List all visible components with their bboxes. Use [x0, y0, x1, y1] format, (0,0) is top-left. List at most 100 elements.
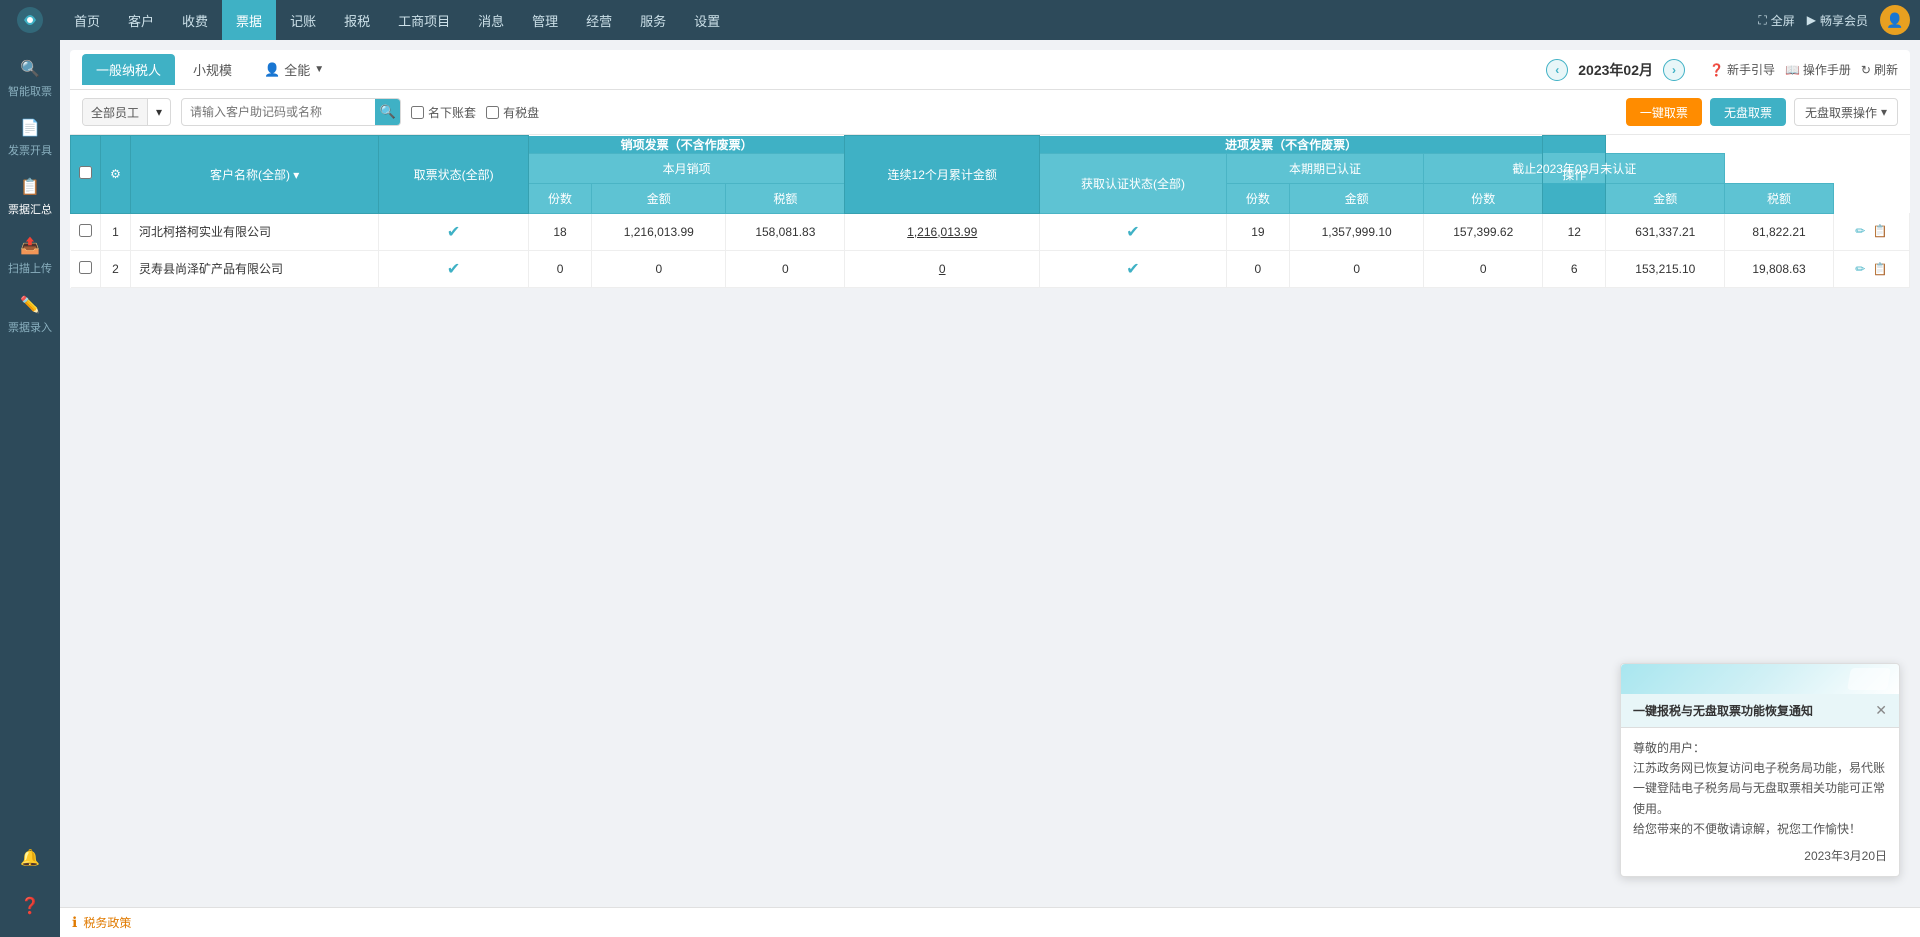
refresh-link[interactable]: ↻ 刷新	[1861, 61, 1898, 78]
current-date: 2023年02月	[1578, 60, 1653, 80]
sidebar-item-invoice-open[interactable]: 📄 发票开具	[2, 109, 58, 166]
invoice-table: ⚙ 客户名称(全部) ▾ 取票状态(全部) 销项发票（不含作废票） 连续12个月…	[70, 135, 1910, 288]
table-col-tax3: 税额	[1725, 183, 1834, 213]
no-disk-fetch-button[interactable]: 无盘取票	[1710, 98, 1786, 126]
invoice-open-icon: 📄	[19, 117, 41, 139]
info-icon: ℹ	[72, 914, 77, 931]
tax-disk-input[interactable]	[486, 106, 499, 119]
row-checkbox[interactable]	[71, 250, 101, 287]
table-col-tax: 税额	[726, 183, 845, 213]
smart-fetch-icon: 🔍	[19, 58, 41, 80]
row-consecutive-amount: 0	[845, 250, 1040, 287]
tab-all-icon: 👤	[264, 62, 280, 78]
member-button[interactable]: ▶ 畅享会员	[1807, 12, 1868, 29]
filter-bar: 全部员工 ▾ 🔍 名下账套 有税盘 一键取票 无盘取票 无盘取票操作 ▾	[70, 90, 1910, 135]
notification-body: 尊敬的用户： 江苏政务网已恢复访问电子税务局功能，易代账一键登陆电子税务局与无盘…	[1621, 728, 1899, 876]
sidebar-item-invoice-entry[interactable]: ✏️ 票据录入	[2, 286, 58, 343]
row-actions: ✏ 📋	[1833, 213, 1909, 250]
fullscreen-button[interactable]: ⛶ 全屏	[1758, 12, 1794, 29]
row-unrec-amount: 153,215.10	[1606, 250, 1725, 287]
employee-value: ▾	[148, 105, 170, 119]
nav-tax[interactable]: 报税	[330, 0, 384, 40]
nav-customer[interactable]: 客户	[114, 0, 168, 40]
user-avatar[interactable]: 👤	[1880, 5, 1910, 35]
sidebar-item-invoice-summary[interactable]: 📋 票据汇总	[2, 168, 58, 225]
notification-close-button[interactable]: ✕	[1875, 702, 1887, 719]
nav-business[interactable]: 工商项目	[384, 0, 464, 40]
nav-message[interactable]: 消息	[464, 0, 518, 40]
nav-operation[interactable]: 经营	[572, 0, 626, 40]
search-button[interactable]: 🔍	[375, 98, 400, 126]
employee-filter[interactable]: 全部员工 ▾	[82, 98, 171, 126]
top-navigation: 首页 客户 收费 票据 记账 报税 工商项目 消息 管理 经营 服务 设置 ⛶ …	[0, 0, 1920, 40]
nav-settings[interactable]: 设置	[680, 0, 734, 40]
row-unrec-amount: 631,337.21	[1606, 213, 1725, 250]
nav-service[interactable]: 服务	[626, 0, 680, 40]
date-next-button[interactable]: ›	[1663, 59, 1685, 81]
row-checkbox[interactable]	[71, 213, 101, 250]
row-consecutive-amount: 1,216,013.99	[845, 213, 1040, 250]
row-edit-button[interactable]: ✏	[1855, 224, 1865, 238]
nav-home[interactable]: 首页	[60, 0, 114, 40]
under-account-input[interactable]	[411, 106, 424, 119]
date-prev-button[interactable]: ‹	[1546, 59, 1568, 81]
row-period-amount: 0	[1290, 250, 1424, 287]
table-header-gear: ⚙	[101, 136, 131, 214]
search-input[interactable]	[182, 105, 375, 119]
sidebar-item-smart-fetch[interactable]: 🔍 智能取票	[2, 50, 58, 107]
chevron-down-icon: ▾	[156, 105, 162, 119]
tab-all[interactable]: 👤 全能 ▼	[250, 54, 338, 85]
nav-manage[interactable]: 管理	[518, 0, 572, 40]
under-account-checkbox[interactable]: 名下账套	[411, 104, 476, 121]
employee-label: 全部员工	[83, 98, 148, 126]
sidebar-item-help[interactable]: ❓	[2, 887, 58, 925]
table-header-fetch-status: 取票状态(全部)	[379, 136, 529, 214]
table-header-checkbox	[71, 136, 101, 214]
row-period-amount: 1,357,999.10	[1290, 213, 1424, 250]
row-fetch-status: ✔	[379, 250, 529, 287]
row-view-button[interactable]: 📋	[1873, 262, 1888, 276]
table-col-qty: 份数	[528, 183, 591, 213]
nav-invoice[interactable]: 票据	[222, 0, 276, 40]
row-period-tax: 0	[1424, 250, 1543, 287]
tab-all-dropdown-icon: ▼	[314, 64, 324, 75]
row-period-qty: 0	[1226, 250, 1289, 287]
manual-icon: 📖	[1785, 63, 1800, 77]
row-current-qty: 0	[528, 250, 591, 287]
notification-line4: 2023年3月20日	[1633, 846, 1887, 866]
invoice-entry-icon: ✏️	[19, 294, 41, 316]
table-col-amount2: 金额	[1290, 183, 1424, 213]
app-logo	[10, 0, 50, 40]
guide-icon: ❓	[1709, 63, 1724, 77]
select-all-checkbox[interactable]	[79, 166, 92, 179]
row-customer-name: 灵寿县尚泽矿产品有限公司	[131, 250, 379, 287]
tab-actions: ❓ 新手引导 📖 操作手册 ↻ 刷新	[1709, 61, 1898, 78]
tab-small-scale[interactable]: 小规模	[179, 54, 246, 85]
search-input-wrap: 🔍	[181, 98, 401, 126]
bottom-bar: ℹ 税务政策	[60, 907, 1920, 937]
manual-link[interactable]: 📖 操作手册	[1785, 61, 1851, 78]
row-edit-button[interactable]: ✏	[1855, 262, 1865, 276]
new-guide-link[interactable]: ❓ 新手引导	[1709, 61, 1775, 78]
one-click-fetch-button[interactable]: 一键取票	[1626, 98, 1702, 126]
no-disk-operations-button[interactable]: 无盘取票操作 ▾	[1794, 98, 1898, 126]
table-row: 2 灵寿县尚泽矿产品有限公司 ✔ 0 0 0 0 ✔ 0 0 0 6 153,2…	[71, 250, 1910, 287]
row-unrec-tax: 19,808.63	[1725, 250, 1834, 287]
row-index: 2	[101, 250, 131, 287]
row-period-qty: 19	[1226, 213, 1289, 250]
table-header-consecutive: 连续12个月累计金额	[845, 136, 1040, 214]
table-header-customer: 客户名称(全部) ▾	[131, 136, 379, 214]
date-navigation: ‹ 2023年02月 ›	[1546, 59, 1685, 81]
tax-policy-link[interactable]: 税务政策	[83, 914, 131, 931]
nav-accounting[interactable]: 记账	[276, 0, 330, 40]
scan-upload-icon: 📤	[19, 235, 41, 257]
sidebar-item-notification[interactable]: 🔔	[2, 839, 58, 877]
nav-fee[interactable]: 收费	[168, 0, 222, 40]
row-current-qty: 18	[528, 213, 591, 250]
sidebar-item-scan-upload[interactable]: 📤 扫描上传	[2, 227, 58, 284]
row-view-button[interactable]: 📋	[1873, 224, 1888, 238]
tax-disk-checkbox[interactable]: 有税盘	[486, 104, 539, 121]
row-current-amount: 1,216,013.99	[592, 213, 726, 250]
tab-general-taxpayer[interactable]: 一般纳税人	[82, 54, 175, 85]
table-subheader-current-month: 本月销项	[528, 153, 844, 183]
